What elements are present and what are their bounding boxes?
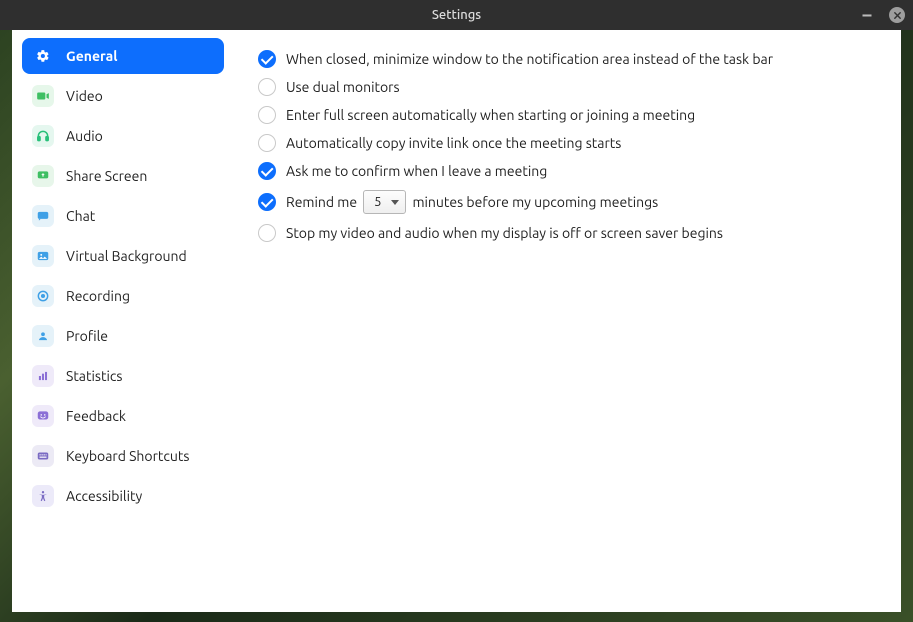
remind-minutes-select[interactable]: 5 xyxy=(363,190,406,214)
headphones-icon xyxy=(32,125,54,147)
accessibility-icon xyxy=(32,485,54,507)
setting-dual-monitors: Use dual monitors xyxy=(258,78,877,96)
record-icon xyxy=(32,285,54,307)
sidebar-item-label: Share Screen xyxy=(66,168,147,184)
setting-label: Use dual monitors xyxy=(286,79,400,95)
settings-window: General Video Audio Share Screen Chat xyxy=(12,30,901,612)
sidebar-item-label: Profile xyxy=(66,328,108,344)
setting-confirm-leave: Ask me to confirm when I leave a meeting xyxy=(258,162,877,180)
close-icon[interactable] xyxy=(889,7,905,23)
setting-label-prefix: Remind me xyxy=(286,194,357,210)
minimize-icon[interactable]: – xyxy=(859,7,875,23)
sidebar-item-label: General xyxy=(66,48,118,64)
chat-icon xyxy=(32,205,54,227)
sidebar-item-feedback[interactable]: Feedback xyxy=(22,398,224,434)
setting-label: When closed, minimize window to the noti… xyxy=(286,51,773,67)
keyboard-icon xyxy=(32,445,54,467)
sidebar-item-recording[interactable]: Recording xyxy=(22,278,224,314)
setting-label: Ask me to confirm when I leave a meeting xyxy=(286,163,547,179)
sidebar-item-chat[interactable]: Chat xyxy=(22,198,224,234)
person-icon xyxy=(32,325,54,347)
checkbox-remind-me[interactable] xyxy=(258,193,276,211)
checkbox-dual-monitors[interactable] xyxy=(258,78,276,96)
sidebar-item-label: Recording xyxy=(66,288,130,304)
checkbox-auto-copy-link[interactable] xyxy=(258,134,276,152)
sidebar-item-video[interactable]: Video xyxy=(22,78,224,114)
sidebar-item-label: Chat xyxy=(66,208,95,224)
window-controls: – xyxy=(859,0,905,30)
sidebar: General Video Audio Share Screen Chat xyxy=(12,30,234,612)
setting-label: Enter full screen automatically when sta… xyxy=(286,107,695,123)
sidebar-item-label: Accessibility xyxy=(66,488,142,504)
sidebar-item-accessibility[interactable]: Accessibility xyxy=(22,478,224,514)
share-icon xyxy=(32,165,54,187)
sidebar-item-keyboard-shortcuts[interactable]: Keyboard Shortcuts xyxy=(22,438,224,474)
checkbox-stop-video-on-screensaver[interactable] xyxy=(258,224,276,242)
smile-icon xyxy=(32,405,54,427)
setting-label-suffix: minutes before my upcoming meetings xyxy=(412,194,658,210)
sidebar-item-virtual-background[interactable]: Virtual Background xyxy=(22,238,224,274)
sidebar-item-general[interactable]: General xyxy=(22,38,224,74)
select-value: 5 xyxy=(374,195,381,209)
sidebar-item-audio[interactable]: Audio xyxy=(22,118,224,154)
setting-remind-me: Remind me 5 minutes before my upcoming m… xyxy=(258,190,877,214)
sidebar-item-share-screen[interactable]: Share Screen xyxy=(22,158,224,194)
titlebar: Settings – xyxy=(0,0,913,30)
setting-minimize-to-tray: When closed, minimize window to the noti… xyxy=(258,50,877,68)
sidebar-item-label: Keyboard Shortcuts xyxy=(66,448,189,464)
setting-fullscreen-on-join: Enter full screen automatically when sta… xyxy=(258,106,877,124)
gear-icon xyxy=(32,45,54,67)
checkbox-minimize-to-tray[interactable] xyxy=(258,50,276,68)
sidebar-item-label: Video xyxy=(66,88,103,104)
sidebar-item-label: Audio xyxy=(66,128,103,144)
sidebar-item-label: Virtual Background xyxy=(66,248,187,264)
setting-stop-video-on-screensaver: Stop my video and audio when my display … xyxy=(258,224,877,242)
setting-auto-copy-link: Automatically copy invite link once the … xyxy=(258,134,877,152)
checkbox-confirm-leave[interactable] xyxy=(258,162,276,180)
settings-content: When closed, minimize window to the noti… xyxy=(234,30,901,612)
camera-icon xyxy=(32,85,54,107)
image-icon xyxy=(32,245,54,267)
checkbox-fullscreen-on-join[interactable] xyxy=(258,106,276,124)
sidebar-item-label: Statistics xyxy=(66,368,122,384)
sidebar-item-statistics[interactable]: Statistics xyxy=(22,358,224,394)
setting-label: Automatically copy invite link once the … xyxy=(286,135,621,151)
sidebar-item-label: Feedback xyxy=(66,408,126,424)
bars-icon xyxy=(32,365,54,387)
chevron-down-icon xyxy=(391,200,399,205)
setting-label: Stop my video and audio when my display … xyxy=(286,225,723,241)
window-title: Settings xyxy=(432,8,481,22)
sidebar-item-profile[interactable]: Profile xyxy=(22,318,224,354)
